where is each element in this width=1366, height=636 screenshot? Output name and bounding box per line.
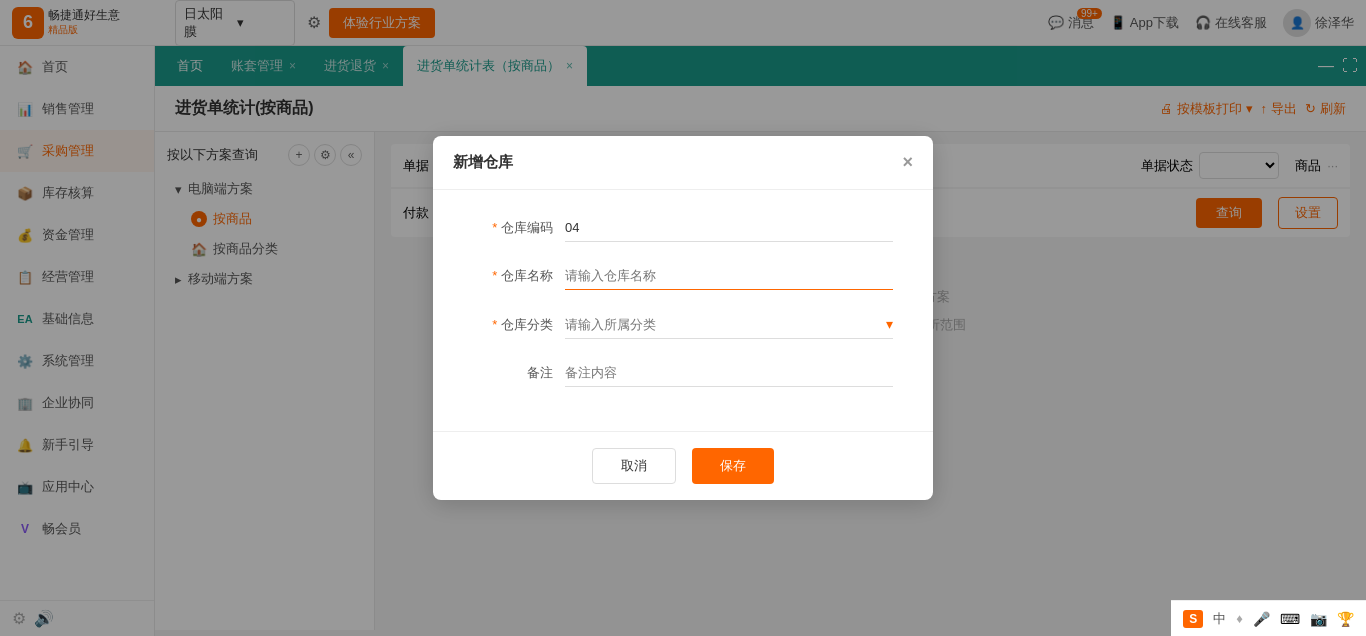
- category-dropdown-icon: ▾: [886, 316, 893, 332]
- name-input[interactable]: [565, 262, 893, 290]
- save-button[interactable]: 保存: [692, 448, 774, 484]
- form-row-name: 仓库名称: [473, 262, 893, 290]
- category-label-text: 仓库分类: [501, 317, 553, 332]
- bottom-icon-camera[interactable]: 📷: [1310, 611, 1327, 627]
- name-label: 仓库名称: [473, 267, 553, 285]
- bottom-logo-s: S: [1183, 610, 1203, 628]
- form-row-remark: 备注: [473, 359, 893, 387]
- remark-label: 备注: [473, 364, 553, 382]
- code-label-text: 仓库编码: [501, 220, 553, 235]
- dialog-header: 新增仓库 ×: [433, 136, 933, 190]
- dialog-close-button[interactable]: ×: [902, 152, 913, 173]
- code-input[interactable]: [565, 214, 893, 242]
- dialog-title: 新增仓库: [453, 153, 513, 172]
- category-label: 仓库分类: [473, 316, 553, 334]
- remark-label-text: 备注: [527, 365, 553, 380]
- cancel-button[interactable]: 取消: [592, 448, 676, 484]
- bottom-icon-dot: ♦: [1236, 611, 1243, 626]
- new-warehouse-dialog: 新增仓库 × 仓库编码 仓库名称 仓库分类: [433, 136, 933, 500]
- name-label-text: 仓库名称: [501, 268, 553, 283]
- bottom-icon-cn[interactable]: 中: [1213, 610, 1226, 628]
- remark-input[interactable]: [565, 359, 893, 387]
- category-input[interactable]: [565, 317, 886, 332]
- bottom-icon-mic[interactable]: 🎤: [1253, 611, 1270, 627]
- form-row-category: 仓库分类 ▾: [473, 310, 893, 339]
- dialog-overlay: 新增仓库 × 仓库编码 仓库名称 仓库分类: [0, 0, 1366, 636]
- code-label: 仓库编码: [473, 219, 553, 237]
- bottom-bar: S 中 ♦ 🎤 ⌨ 📷 🏆: [1171, 600, 1366, 636]
- bottom-icon-trophy[interactable]: 🏆: [1337, 611, 1354, 627]
- dialog-body: 仓库编码 仓库名称 仓库分类 ▾: [433, 190, 933, 431]
- bottom-icon-keyboard[interactable]: ⌨: [1280, 611, 1300, 627]
- category-select-wrap: ▾: [565, 310, 893, 339]
- form-row-code: 仓库编码: [473, 214, 893, 242]
- dialog-footer: 取消 保存: [433, 431, 933, 500]
